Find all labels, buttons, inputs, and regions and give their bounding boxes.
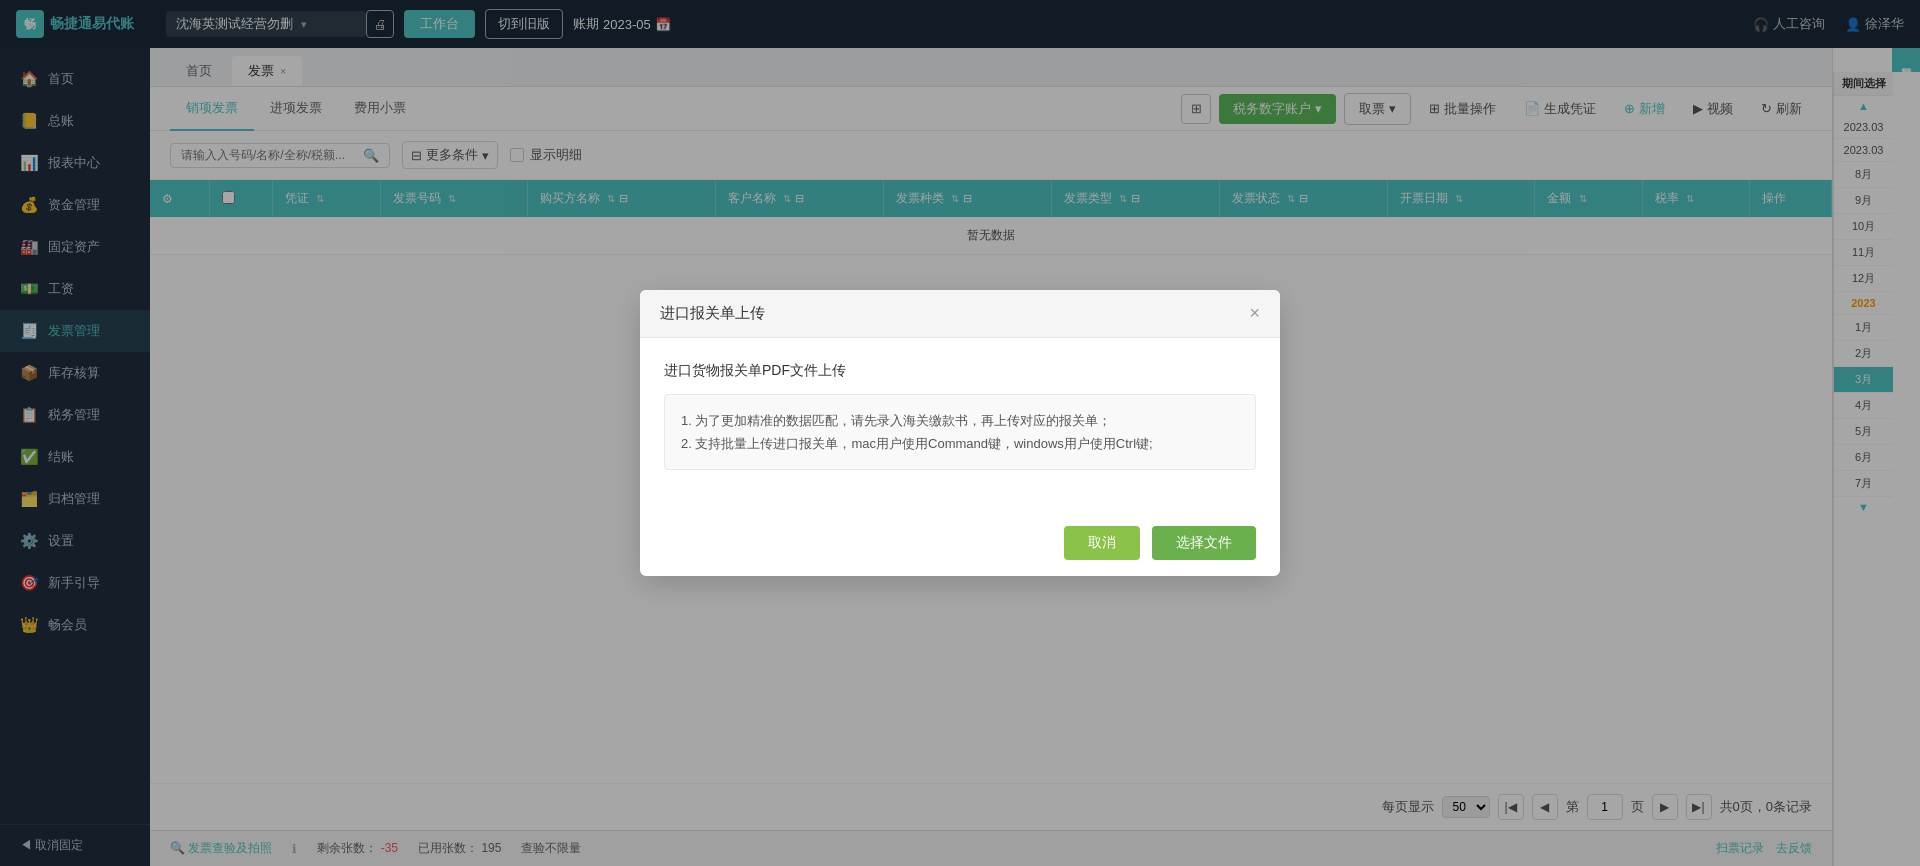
modal-footer: 取消 选择文件	[640, 510, 1280, 576]
modal-close-button[interactable]: ×	[1249, 304, 1260, 322]
modal-header: 进口报关单上传 ×	[640, 290, 1280, 338]
modal-section-title: 进口货物报关单PDF文件上传	[664, 362, 1256, 380]
modal-select-file-button[interactable]: 选择文件	[1152, 526, 1256, 560]
modal-cancel-button[interactable]: 取消	[1064, 526, 1140, 560]
modal-notice-item-2: 2. 支持批量上传进口报关单，mac用户使用Command键，windows用户…	[681, 432, 1239, 455]
modal-overlay[interactable]: 进口报关单上传 × 进口货物报关单PDF文件上传 1. 为了更加精准的数据匹配，…	[0, 0, 1920, 866]
modal-body: 进口货物报关单PDF文件上传 1. 为了更加精准的数据匹配，请先录入海关缴款书，…	[640, 338, 1280, 511]
modal-notice-item-1: 1. 为了更加精准的数据匹配，请先录入海关缴款书，再上传对应的报关单；	[681, 409, 1239, 432]
import-customs-modal: 进口报关单上传 × 进口货物报关单PDF文件上传 1. 为了更加精准的数据匹配，…	[640, 290, 1280, 577]
modal-title: 进口报关单上传	[660, 304, 765, 323]
modal-notice-box: 1. 为了更加精准的数据匹配，请先录入海关缴款书，再上传对应的报关单； 2. 支…	[664, 394, 1256, 471]
